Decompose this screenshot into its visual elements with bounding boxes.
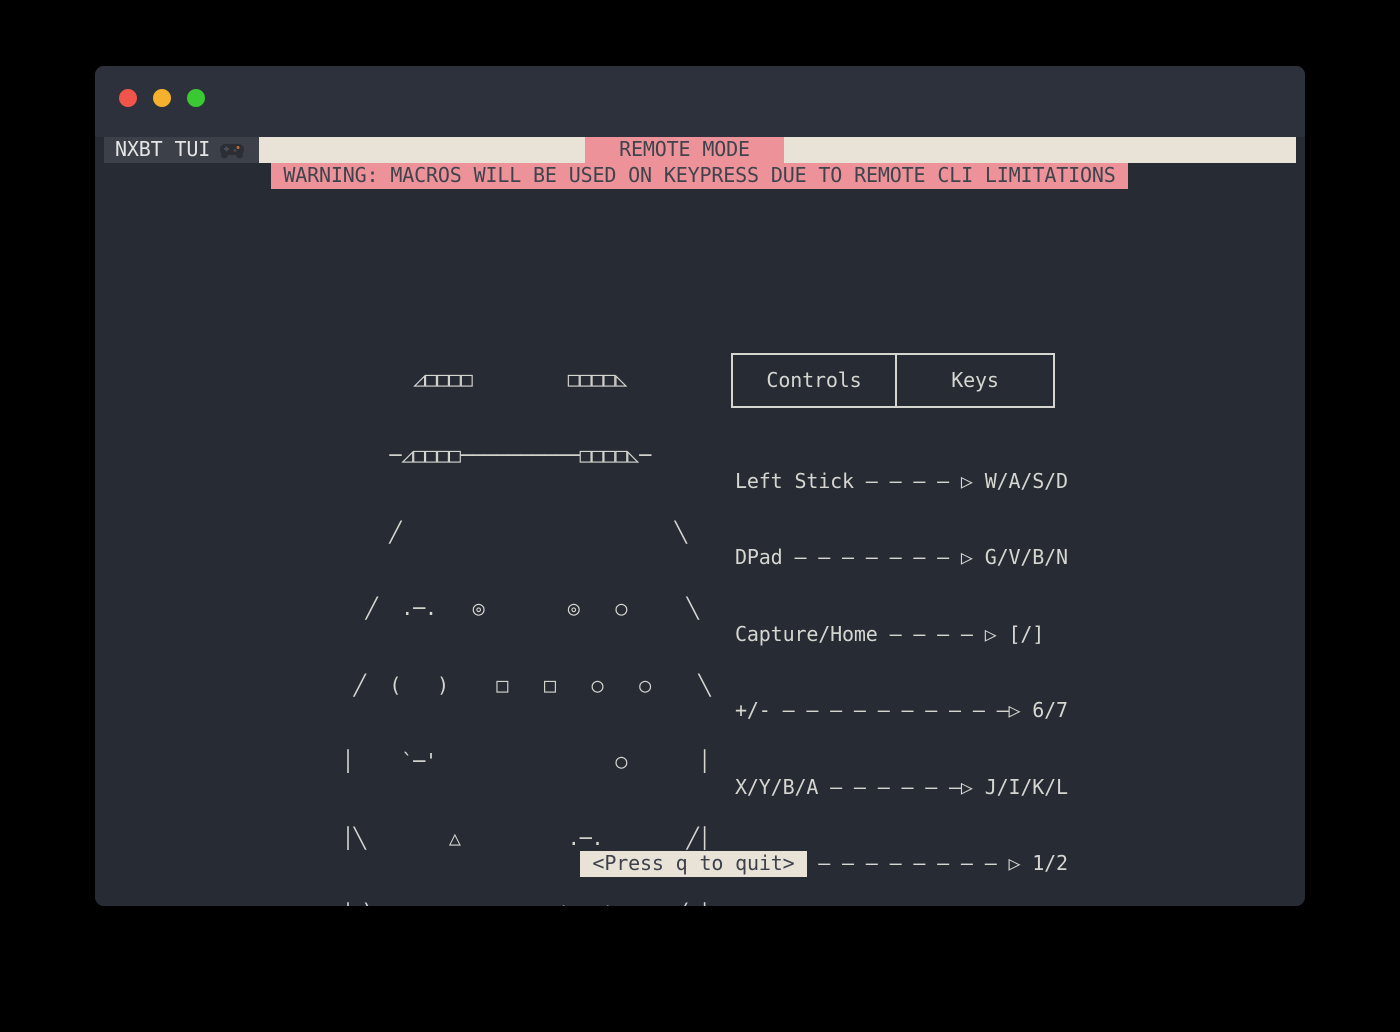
mapping-table-header: Controls Keys (731, 353, 1055, 408)
terminal-screen[interactable]: NXBT TUI REMOTE MODE WARNING: MACROS WIL… (104, 137, 1296, 902)
mapping-table-rows: Left Stick — — — — ▷ W/A/S/D DPad — — — … (735, 418, 1068, 907)
table-header-keys: Keys (897, 355, 1053, 406)
app-title-tab: NXBT TUI (104, 137, 259, 163)
controller-art-line: ─◿□□□□──────────□□□□◺─ (104, 443, 710, 469)
table-header-controls: Controls (733, 355, 897, 406)
quit-hint: <Press q to quit> (580, 851, 807, 877)
minimize-button[interactable] (153, 89, 171, 107)
controller-art-line: ╱ .─. ◎ ◎ ○ ╲ (104, 596, 710, 622)
terminal-window: ⌥⌘1 pi@raspberrypi: ~ NXBT TUI REMOTE MO… (95, 66, 1305, 906)
close-button[interactable] (119, 89, 137, 107)
mapping-row: Left Stick — — — — ▷ W/A/S/D (735, 469, 1068, 495)
mapping-row: +/- — — — — — — — — — —▷ 6/7 (735, 698, 1068, 724)
controller-art-line: │ `─' ○ │ (104, 749, 710, 775)
controller-art-line: ╱ ╲ (104, 520, 710, 546)
controller-art-line: ◿□□□□ □□□□◺ (104, 367, 710, 393)
warning-banner: WARNING: MACROS WILL BE USED ON KEYPRESS… (271, 163, 1128, 189)
controller-art-line: │ ╲ ◁ □ ▷ ( ) ╱ │ (104, 902, 710, 906)
mode-badge: REMOTE MODE (585, 137, 784, 163)
mapping-row: DPad — — — — — — — ▷ G/V/B/N (735, 545, 1068, 571)
controller-art: ◿□□□□ □□□□◺ ─◿□□□□──────────□□□□◺─ ╱ ╲ ╱… (104, 316, 710, 907)
zoom-button[interactable] (187, 89, 205, 107)
mapping-row: Capture/Home — — — — ▷ [/] (735, 622, 1068, 648)
mapping-row: X/Y/B/A — — — — — —▷ J/I/K/L (735, 775, 1068, 801)
titlebar[interactable]: ⌥⌘1 pi@raspberrypi: ~ (95, 66, 1305, 137)
app-title-label: NXBT TUI (115, 137, 210, 163)
gamepad-icon (219, 141, 245, 159)
controller-art-line: ╱ ( ) □ □ ○ ○ ╲ (104, 673, 710, 699)
controller-art-line: │╲ △ .─. ╱│ (104, 826, 710, 852)
